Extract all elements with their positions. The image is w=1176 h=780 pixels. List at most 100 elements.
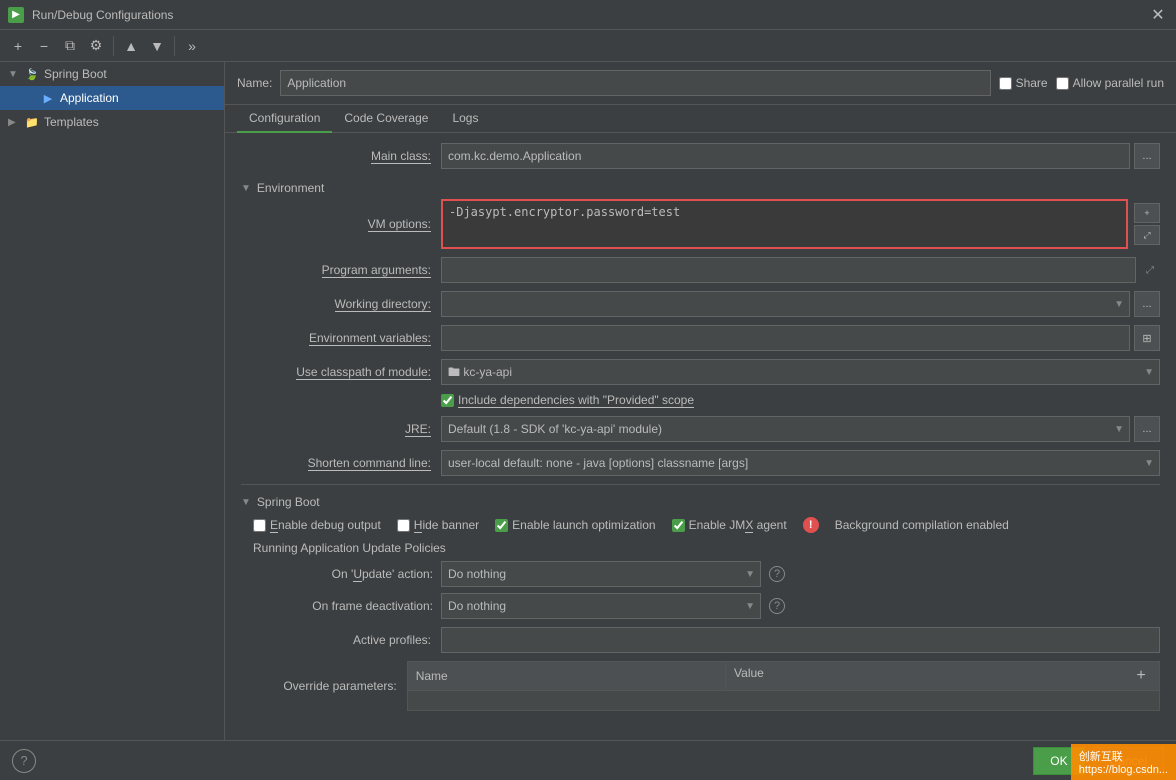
main-layout: ▼ 🍃 Spring Boot ▶ Application ▶ 📁 Templa…	[0, 62, 1176, 740]
shorten-cmd-dropdown[interactable]: user-local default: none - java [options…	[441, 450, 1160, 476]
vm-expand-button[interactable]: +	[1134, 203, 1160, 223]
jre-browse-button[interactable]: ...	[1134, 416, 1160, 442]
include-deps-label[interactable]: Include dependencies with "Provided" sco…	[441, 393, 694, 408]
sidebar-item-springboot[interactable]: ▼ 🍃 Spring Boot	[0, 62, 224, 86]
move-down-button[interactable]: ▼	[145, 34, 169, 58]
program-args-input[interactable]	[441, 257, 1136, 283]
close-button[interactable]: ✕	[1148, 5, 1168, 25]
enable-jmx-checkbox[interactable]	[672, 519, 685, 532]
add-config-button[interactable]: +	[6, 34, 30, 58]
main-class-label: Main class:	[241, 149, 441, 163]
allow-parallel-checkbox[interactable]	[1056, 77, 1069, 90]
config-content: Main class: ... ▼ Environment VM options…	[225, 133, 1176, 740]
hide-banner-label[interactable]: Hide banner	[397, 518, 479, 532]
sidebar-templates-label: Templates	[44, 115, 99, 129]
working-dir-select: ▼	[441, 291, 1130, 317]
working-dir-row: Working directory: ▼ ...	[241, 291, 1160, 317]
sidebar-item-application[interactable]: ▶ Application	[0, 86, 224, 110]
move-up-button[interactable]: ▲	[119, 34, 143, 58]
main-class-row: Main class: ...	[241, 143, 1160, 169]
active-profiles-label: Active profiles:	[241, 633, 441, 647]
environment-header: ▼ Environment	[241, 177, 1160, 199]
classpath-control: 🖿 kc-ya-api ▼	[441, 359, 1160, 385]
templates-arrow: ▶	[8, 117, 20, 128]
env-toggle[interactable]: ▼	[241, 183, 251, 194]
name-col-header: Name	[407, 662, 725, 691]
tabs: Configuration Code Coverage Logs	[225, 105, 1176, 133]
update-action-select: Do nothing Update classes and resources …	[441, 561, 761, 587]
warning-icon: !	[803, 517, 819, 533]
working-dir-control: ▼ ...	[441, 291, 1160, 317]
name-input[interactable]	[280, 70, 990, 96]
include-deps-offset: Include dependencies with "Provided" sco…	[441, 393, 694, 408]
spring-toggle[interactable]: ▼	[241, 497, 251, 508]
share-checkbox[interactable]	[999, 77, 1012, 90]
springboot-icon: 🍃	[24, 66, 40, 82]
env-vars-input[interactable]	[441, 325, 1130, 351]
add-override-button[interactable]: +	[1131, 666, 1151, 686]
working-dir-dropdown[interactable]	[441, 291, 1130, 317]
main-class-input[interactable]	[441, 143, 1130, 169]
enable-launch-checkbox[interactable]	[495, 519, 508, 532]
include-deps-row: Include dependencies with "Provided" sco…	[241, 393, 1160, 408]
allow-parallel-checkbox-label[interactable]: Allow parallel run	[1056, 76, 1164, 90]
enable-debug-label[interactable]: Enable debug output	[253, 518, 381, 532]
jre-label: JRE:	[241, 422, 441, 436]
sidebar-item-templates[interactable]: ▶ 📁 Templates	[0, 110, 224, 134]
toolbar: + − ⧉ ⚙ ▲ ▼ »	[0, 30, 1176, 62]
title-bar-icon: ▶	[8, 7, 24, 23]
frame-deactivation-dropdown[interactable]: Do nothing Update classes and resources …	[441, 593, 761, 619]
env-vars-row: Environment variables: ⊞	[241, 325, 1160, 351]
vm-options-more-button[interactable]: ⤢	[1134, 225, 1160, 245]
update-action-row: On 'Update' action: Do nothing Update cl…	[253, 561, 1160, 587]
settings-button[interactable]: ⚙	[84, 34, 108, 58]
vm-options-row: VM options: -Djasypt.encryptor.password=…	[241, 199, 1160, 249]
shorten-cmd-select: user-local default: none - java [options…	[441, 450, 1160, 476]
more-button[interactable]: »	[180, 34, 204, 58]
jre-select: Default (1.8 - SDK of 'kc-ya-api' module…	[441, 416, 1130, 442]
name-right-options: Share Allow parallel run	[999, 76, 1164, 90]
watermark: 创新互联 https://blog.csdn...	[1071, 744, 1176, 780]
sidebar: ▼ 🍃 Spring Boot ▶ Application ▶ 📁 Templa…	[0, 62, 225, 740]
tab-logs[interactable]: Logs	[440, 105, 490, 133]
override-params-label: Override parameters:	[283, 679, 396, 693]
classpath-dropdown[interactable]: 🖿 kc-ya-api	[441, 359, 1160, 385]
jre-dropdown[interactable]: Default (1.8 - SDK of 'kc-ya-api' module…	[441, 416, 1130, 442]
frame-deactivation-help-icon[interactable]: ?	[769, 598, 785, 614]
frame-deactivation-select: Do nothing Update classes and resources …	[441, 593, 761, 619]
vm-options-input[interactable]: -Djasypt.encryptor.password=test	[441, 199, 1128, 249]
name-row: Name: Share Allow parallel run	[225, 62, 1176, 105]
spring-boot-header: ▼ Spring Boot	[241, 495, 1160, 509]
enable-jmx-text: Enable JMX agent	[689, 518, 787, 532]
sidebar-springboot-label: Spring Boot	[44, 67, 107, 81]
tab-code-coverage[interactable]: Code Coverage	[332, 105, 440, 133]
active-profiles-input[interactable]	[441, 627, 1160, 653]
update-action-dropdown[interactable]: Do nothing Update classes and resources …	[441, 561, 761, 587]
update-action-select-wrap: Do nothing Update classes and resources …	[441, 561, 761, 587]
copy-config-button[interactable]: ⧉	[58, 34, 82, 58]
working-dir-browse-button[interactable]: ...	[1134, 291, 1160, 317]
tab-configuration[interactable]: Configuration	[237, 105, 332, 133]
hide-banner-checkbox[interactable]	[397, 519, 410, 532]
enable-debug-checkbox[interactable]	[253, 519, 266, 532]
vm-options-control: -Djasypt.encryptor.password=test + ⤢	[441, 199, 1160, 249]
enable-launch-label[interactable]: Enable launch optimization	[495, 518, 655, 532]
program-args-label: Program arguments:	[241, 263, 441, 277]
policies-section: Running Application Update Policies On '…	[253, 541, 1160, 619]
bottom-bar: ? OK Cancel	[0, 740, 1176, 780]
toolbar-sep2	[174, 36, 175, 56]
env-vars-browse-button[interactable]: ⊞	[1134, 325, 1160, 351]
shorten-cmd-control: user-local default: none - java [options…	[441, 450, 1160, 476]
help-button[interactable]: ?	[12, 749, 36, 773]
shorten-cmd-row: Shorten command line: user-local default…	[241, 450, 1160, 476]
sidebar-application-label: Application	[60, 91, 119, 105]
remove-config-button[interactable]: −	[32, 34, 56, 58]
share-checkbox-label[interactable]: Share	[999, 76, 1048, 90]
enable-debug-text: Enable debug output	[270, 518, 381, 532]
spring-checkboxes: Enable debug output Hide banner Enable l…	[253, 517, 1160, 533]
enable-jmx-label[interactable]: Enable JMX agent	[672, 518, 787, 532]
include-deps-checkbox[interactable]	[441, 394, 454, 407]
main-class-browse-button[interactable]: ...	[1134, 143, 1160, 169]
update-action-help-icon[interactable]: ?	[769, 566, 785, 582]
program-args-expand-button[interactable]: ⤢	[1140, 257, 1160, 283]
